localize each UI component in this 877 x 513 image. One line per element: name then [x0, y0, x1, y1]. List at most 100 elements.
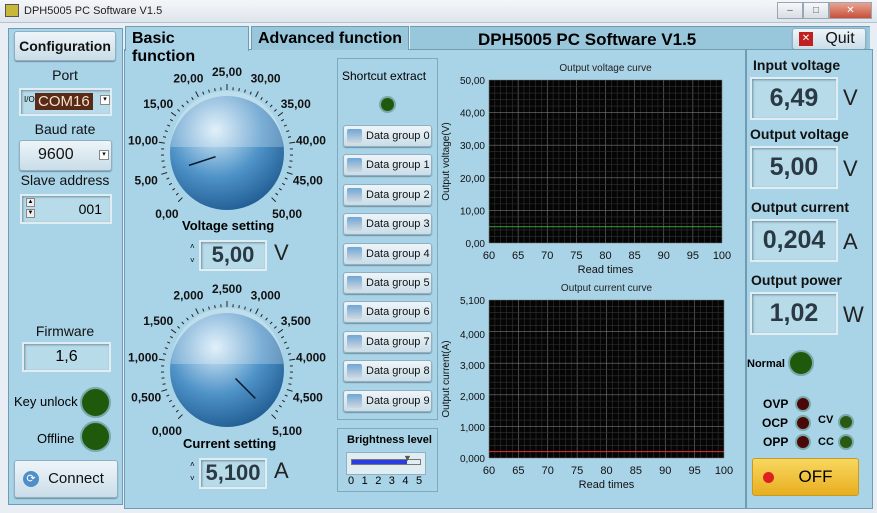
output-off-button[interactable]: OFF — [752, 458, 859, 496]
chevron-down-icon[interactable]: ▾ — [100, 95, 110, 105]
increment-icon[interactable]: ▲ — [26, 198, 35, 207]
output-voltage-value: 5,00 — [750, 146, 838, 189]
dial-tick — [269, 104, 273, 108]
brightness-title: Brightness level — [347, 434, 432, 446]
chart-1: Output current curve 60 65 70 75 80 85 90 95 100 0… — [441, 283, 733, 491]
current-setting-input[interactable]: 5,100 — [199, 458, 267, 489]
current-unit: A — [274, 458, 289, 483]
shortcut-title: Shortcut extract — [342, 69, 427, 83]
ovp-led — [795, 396, 811, 412]
data-group-button-0[interactable]: Data group 0 — [343, 125, 432, 147]
current-knob[interactable]: 0,000 0,500 1,000 1,5002,000 2,500 3,0003,500… — [128, 282, 326, 438]
dial-tick — [169, 335, 174, 339]
voltage-setting-input[interactable]: 5,00 — [199, 240, 267, 271]
dial-tick — [289, 141, 296, 144]
x-axis-label: Read times — [578, 264, 634, 276]
cc-led — [838, 434, 854, 450]
slave-address-stepper[interactable]: ▲ ▼ 001 — [20, 194, 112, 224]
slave-address-value: 001 — [78, 201, 102, 217]
dial-tick — [278, 187, 282, 191]
dial-tick — [181, 321, 185, 325]
y-tick-label: 3,000 — [460, 361, 485, 372]
dial-tick — [249, 308, 252, 312]
y-axis-label: Output current(A) — [441, 340, 452, 417]
configuration-button[interactable]: Configuration — [14, 31, 116, 61]
dial-label: 5,00 — [134, 173, 158, 187]
data-group-button-2[interactable]: Data group 2 — [343, 183, 432, 206]
data-group-button-5[interactable]: Data group 5 — [343, 272, 432, 294]
x-tick-label: 85 — [630, 465, 642, 477]
dial-tick — [286, 130, 290, 133]
current-stepper-arrows[interactable]: ˄ ˅ — [190, 458, 195, 486]
data-group-button-6[interactable]: Data group 6 — [343, 301, 432, 324]
dial-tick — [288, 383, 292, 385]
baud-rate-select[interactable]: 9600 ▾ — [19, 140, 112, 171]
dial-label: 3,000 — [251, 288, 281, 302]
minimize-button[interactable]: – — [777, 2, 803, 19]
dial-tick — [186, 100, 189, 104]
voltage-stepper-arrows[interactable]: ˄ ˅ — [190, 240, 195, 268]
firmware-label: Firmware — [35, 323, 95, 339]
maximize-button[interactable]: □ — [803, 2, 829, 19]
dial-tick — [277, 329, 284, 334]
chart-title: Output current curve — [561, 283, 653, 294]
dial-tick — [177, 197, 183, 203]
y-tick-label: 5,100 — [460, 296, 485, 307]
app-title: DPH5005 PC Software V1.5 — [478, 30, 697, 49]
voltage-unit: V — [274, 240, 289, 265]
dial-label: 1,500 — [143, 314, 173, 328]
input-voltage-unit: V — [843, 85, 858, 110]
x-axis-label: Read times — [579, 479, 635, 491]
y-tick-label: 50,00 — [460, 76, 485, 87]
dial-tick — [283, 124, 287, 127]
x-tick-label: 75 — [571, 465, 583, 477]
brightness-thumb[interactable]: ▼ — [403, 453, 412, 463]
save-icon — [347, 393, 362, 408]
ocp-label: OCP — [762, 416, 789, 430]
tab-advanced-function[interactable]: Advanced function — [251, 26, 409, 50]
quit-button[interactable]: ✕ Quit — [792, 28, 866, 50]
voltage-setting-label: Voltage setting — [182, 218, 275, 233]
data-group-button-4[interactable]: Data group 4 — [343, 242, 432, 265]
slave-address-label: Slave address — [20, 172, 110, 188]
dial-label: 4,000 — [296, 351, 326, 365]
data-group-label: Data group 9 — [366, 394, 430, 407]
dial-tick — [238, 305, 240, 309]
x-tick-label: 60 — [483, 465, 495, 477]
chart-title: Output voltage curve — [559, 63, 652, 74]
dial-tick — [265, 100, 268, 104]
dial-label: 15,00 — [143, 97, 173, 111]
y-tick-label: 2,000 — [460, 392, 485, 403]
dial-tick — [167, 124, 171, 127]
decrement-icon[interactable]: ▼ — [26, 209, 35, 218]
dial-label: 4,500 — [293, 390, 323, 404]
output-power-value: 1,02 — [750, 292, 838, 335]
save-icon — [347, 158, 362, 173]
tab-basic-function[interactable]: Basic function — [125, 26, 249, 65]
dial-tick — [162, 136, 167, 138]
data-group-button-8[interactable]: Data group 8 — [343, 360, 432, 383]
data-group-button-3[interactable]: Data group 3 — [343, 213, 432, 236]
close-window-button[interactable]: ✕ — [829, 2, 872, 19]
voltage-knob[interactable]: 0,00 5,00 10,00 15,0020,00 25,00 30,0035,00 40… — [128, 65, 326, 221]
baud-rate-value: 9600 — [38, 146, 74, 163]
output-current-label: Output current — [751, 199, 849, 215]
data-group-button-7[interactable]: Data group 7 — [343, 330, 432, 353]
dial-tick — [162, 383, 166, 385]
dial-tick — [175, 409, 179, 413]
key-unlock-label: Key unlock — [14, 394, 78, 409]
brightness-slider[interactable]: ▼ — [346, 452, 426, 475]
key-unlock-led — [80, 387, 111, 418]
connect-button[interactable]: ⟳ Connect — [14, 460, 118, 498]
chevron-down-icon[interactable]: ▾ — [99, 150, 109, 160]
dial-tick — [278, 404, 282, 408]
data-group-button-1[interactable]: Data group 1 — [343, 154, 432, 177]
dial-tick — [170, 112, 177, 117]
dial-tick — [186, 317, 189, 321]
output-power-unit: W — [843, 302, 864, 327]
chart-0: Output voltage curve 60 65 70 75 80 85 90 95 100 0… — [441, 63, 731, 276]
data-group-button-9[interactable]: Data group 9 — [343, 389, 432, 412]
opp-led — [795, 434, 811, 450]
dial-tick — [208, 306, 210, 310]
port-select[interactable]: I/O COM16 ▾ — [19, 88, 112, 116]
